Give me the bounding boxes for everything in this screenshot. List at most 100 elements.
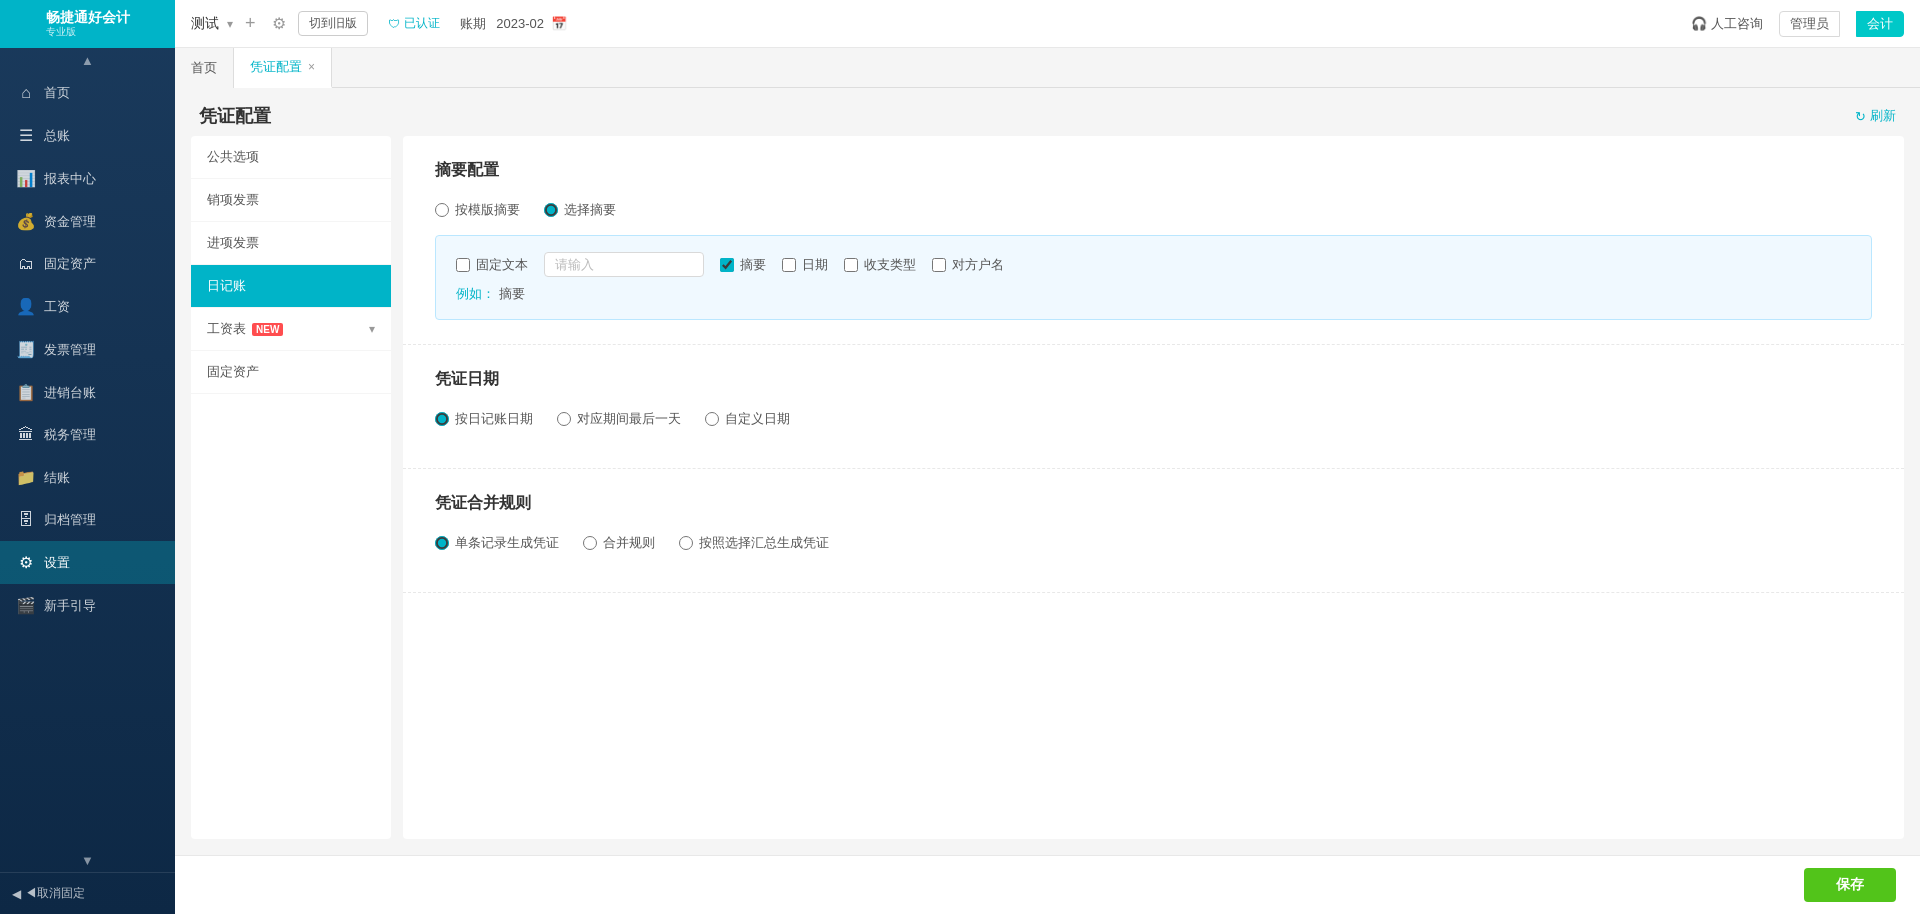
nav-item-purchase-invoice[interactable]: 进项发票 — [191, 222, 391, 265]
cancel-fixed-icon: ◀ — [12, 887, 21, 901]
payment-type-checkbox-label[interactable]: 收支类型 — [844, 256, 916, 274]
radio-select[interactable] — [544, 203, 558, 217]
fixed-text-checkbox-label[interactable]: 固定文本 — [456, 256, 528, 274]
old-version-button[interactable]: 切到旧版 — [298, 11, 368, 36]
sidebar-item-label: 报表中心 — [44, 170, 96, 188]
tab-home-label: 首页 — [191, 59, 217, 77]
sidebar-item-label: 资金管理 — [44, 213, 96, 231]
sidebar-item-label: 工资 — [44, 298, 70, 316]
nav-item-public[interactable]: 公共选项 — [191, 136, 391, 179]
counterparty-checkbox[interactable] — [932, 258, 946, 272]
sidebar-item-guide[interactable]: 🎬 新手引导 — [0, 584, 175, 627]
radio-select-merge[interactable] — [679, 536, 693, 550]
cancel-fixed-label: ◀取消固定 — [25, 885, 85, 902]
radio-single-text: 单条记录生成凭证 — [455, 534, 559, 552]
payment-type-checkbox[interactable] — [844, 258, 858, 272]
radio-period-last-text: 对应期间最后一天 — [577, 410, 681, 428]
sidebar-item-archive[interactable]: 🗄 归档管理 — [0, 499, 175, 541]
app-logo: 畅捷通好会计 专业版 — [0, 0, 175, 48]
sidebar-scroll-down[interactable]: ▼ — [0, 848, 175, 872]
tab-close-icon[interactable]: × — [308, 60, 315, 74]
radio-template[interactable] — [435, 203, 449, 217]
period-label: 账期 2023-02 📅 — [460, 15, 568, 33]
topbar: 测试 ▾ + ⚙ 切到旧版 🛡 已认证 账期 2023-02 📅 🎧 人工咨询 … — [175, 0, 1920, 48]
fixed-text-label: 固定文本 — [476, 256, 528, 274]
sidebar-item-label: 归档管理 — [44, 511, 96, 529]
summary-checkbox-label[interactable]: 摘要 — [720, 256, 766, 274]
payment-type-label: 收支类型 — [864, 256, 916, 274]
fixed-text-input[interactable] — [544, 252, 704, 277]
radio-merge-rule[interactable] — [583, 536, 597, 550]
radio-period-last-label[interactable]: 对应期间最后一天 — [557, 410, 681, 428]
radio-merge-rule-label[interactable]: 合并规则 — [583, 534, 655, 552]
content-header: 凭证配置 ↻ 刷新 — [175, 88, 1920, 136]
sidebar-item-home[interactable]: ⌂ 首页 — [0, 72, 175, 114]
sidebar-item-ledger[interactable]: ☰ 总账 — [0, 114, 175, 157]
tab-home[interactable]: 首页 — [175, 48, 234, 88]
summary-config-box: 固定文本 摘要 日期 — [435, 235, 1872, 320]
sidebar-item-label: 设置 — [44, 554, 70, 572]
nav-item-payslip[interactable]: 工资表 NEW ▾ — [191, 308, 391, 351]
settings-icon: ⚙ — [16, 553, 36, 572]
purchase-icon: 📋 — [16, 383, 36, 402]
radio-select-text: 选择摘要 — [564, 201, 616, 219]
sidebar-item-label: 首页 — [44, 84, 70, 102]
sidebar-item-payroll[interactable]: 👤 工资 — [0, 285, 175, 328]
date-checkbox[interactable] — [782, 258, 796, 272]
radio-custom-date[interactable] — [705, 412, 719, 426]
radio-journal-date[interactable] — [435, 412, 449, 426]
radio-journal-date-label[interactable]: 按日记账日期 — [435, 410, 533, 428]
radio-period-last[interactable] — [557, 412, 571, 426]
gear-icon[interactable]: ⚙ — [272, 14, 286, 33]
fixed-text-checkbox[interactable] — [456, 258, 470, 272]
sidebar-item-settings[interactable]: ⚙ 设置 — [0, 541, 175, 584]
admin-button[interactable]: 管理员 — [1779, 11, 1840, 37]
tab-voucher-config[interactable]: 凭证配置 × — [234, 48, 332, 88]
radio-select-label[interactable]: 选择摘要 — [544, 201, 616, 219]
sidebar-item-label: 固定资产 — [44, 255, 96, 273]
topbar-right: 🎧 人工咨询 管理员 会计 — [1691, 11, 1904, 37]
topbar-left: 测试 ▾ + ⚙ 切到旧版 🛡 已认证 账期 2023-02 📅 — [191, 11, 1691, 36]
ledger-icon: ☰ — [16, 126, 36, 145]
counterparty-checkbox-label[interactable]: 对方户名 — [932, 256, 1004, 274]
nav-item-fixed-assets[interactable]: 固定资产 — [191, 351, 391, 394]
summary-config-row: 固定文本 摘要 日期 — [456, 252, 1851, 277]
sidebar-item-purchase[interactable]: 📋 进销台账 — [0, 371, 175, 414]
sidebar-item-label: 总账 — [44, 127, 70, 145]
content-body: 公共选项 销项发票 进项发票 日记账 工资表 NEW ▾ — [175, 136, 1920, 855]
new-badge: NEW — [252, 323, 283, 336]
nav-item-sales-invoice[interactable]: 销项发票 — [191, 179, 391, 222]
example-text: 例如： 摘要 — [456, 285, 1851, 303]
sidebar-item-funds[interactable]: 💰 资金管理 — [0, 200, 175, 243]
radio-select-merge-label[interactable]: 按照选择汇总生成凭证 — [679, 534, 829, 552]
sidebar-item-reports[interactable]: 📊 报表中心 — [0, 157, 175, 200]
sidebar-item-settlement[interactable]: 📁 结账 — [0, 456, 175, 499]
guide-icon: 🎬 — [16, 596, 36, 615]
sidebar-item-assets[interactable]: 🗂 固定资产 — [0, 243, 175, 285]
date-checkbox-label[interactable]: 日期 — [782, 256, 828, 274]
summary-checkbox[interactable] — [720, 258, 734, 272]
nav-item-journal[interactable]: 日记账 — [191, 265, 391, 308]
accountant-button[interactable]: 会计 — [1856, 11, 1904, 37]
example-value: 摘要 — [499, 286, 525, 301]
project-chevron-icon[interactable]: ▾ — [227, 17, 233, 31]
sidebar-item-label: 进销台账 — [44, 384, 96, 402]
logo-text: 畅捷通好会计 — [46, 9, 130, 26]
main-wrapper: 测试 ▾ + ⚙ 切到旧版 🛡 已认证 账期 2023-02 📅 🎧 人工咨询 … — [175, 0, 1920, 914]
sidebar-scroll-up[interactable]: ▲ — [0, 48, 175, 72]
radio-single-label[interactable]: 单条记录生成凭证 — [435, 534, 559, 552]
support-button[interactable]: 🎧 人工咨询 — [1691, 15, 1763, 33]
radio-select-merge-text: 按照选择汇总生成凭证 — [699, 534, 829, 552]
sidebar-item-invoice[interactable]: 🧾 发票管理 — [0, 328, 175, 371]
radio-template-label[interactable]: 按模版摘要 — [435, 201, 520, 219]
date-section: 凭证日期 按日记账日期 对应期间最后一天 自定义日期 — [403, 345, 1904, 469]
refresh-button[interactable]: ↻ 刷新 — [1855, 107, 1896, 125]
sidebar-nav: ⌂ 首页 ☰ 总账 📊 报表中心 💰 资金管理 🗂 固定资产 👤 工资 🧾 发票… — [0, 72, 175, 848]
add-button[interactable]: + — [245, 13, 256, 34]
radio-single[interactable] — [435, 536, 449, 550]
radio-custom-date-label[interactable]: 自定义日期 — [705, 410, 790, 428]
summary-radio-group: 按模版摘要 选择摘要 — [435, 201, 1872, 219]
sidebar-item-tax[interactable]: 🏛 税务管理 — [0, 414, 175, 456]
save-button[interactable]: 保存 — [1804, 868, 1896, 902]
cancel-fixed-button[interactable]: ◀ ◀取消固定 — [12, 881, 163, 906]
